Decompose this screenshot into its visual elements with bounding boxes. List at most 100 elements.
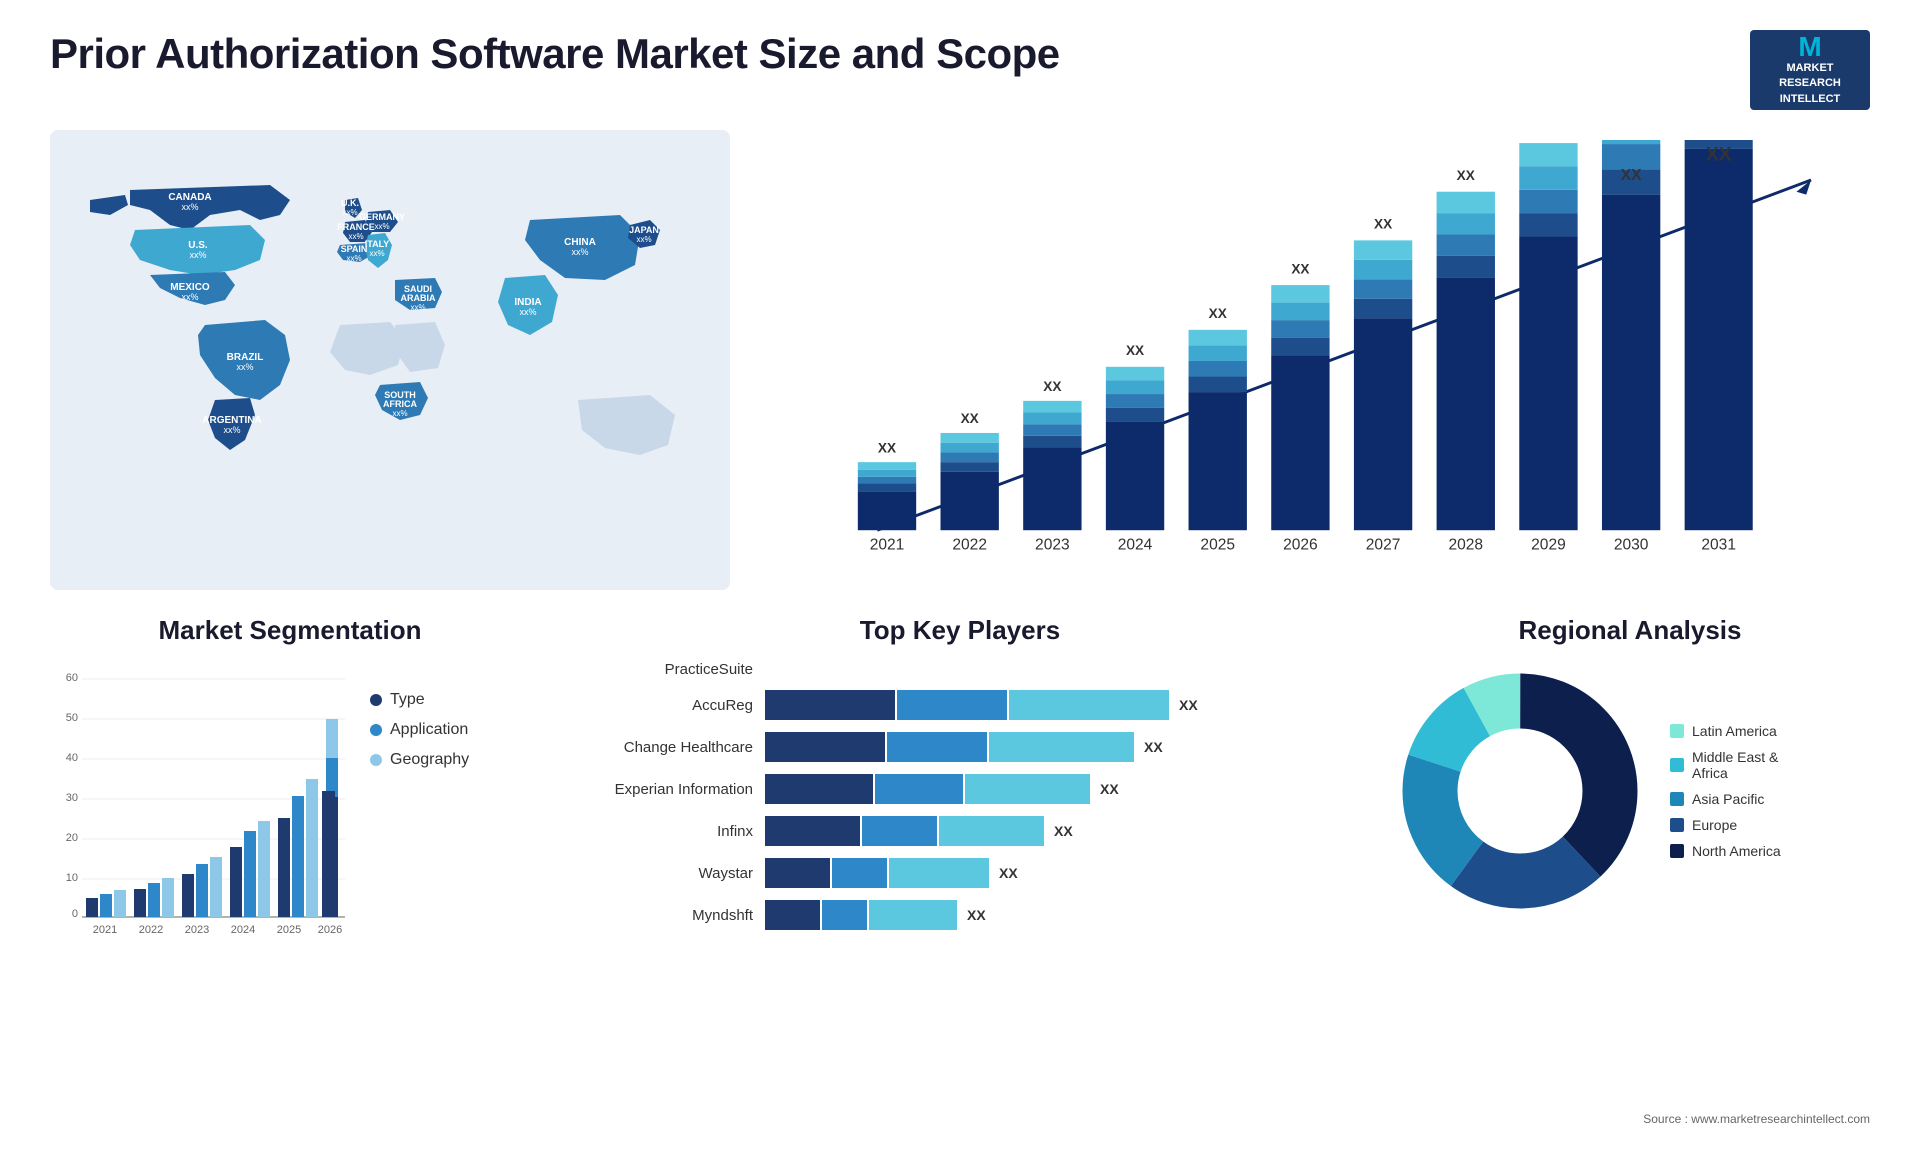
bar-segment-1	[765, 858, 830, 888]
player-name: Infinx	[580, 823, 765, 840]
world-map-section: CANADA xx% U.S. xx% MEXICO xx% BRAZIL xx…	[50, 130, 730, 590]
player-value: XX	[1100, 781, 1119, 797]
saudi-label2: ARABIA	[401, 293, 436, 303]
player-name: Myndshft	[580, 907, 765, 924]
svg-text:XX: XX	[1457, 168, 1475, 183]
svg-text:2025: 2025	[1200, 537, 1235, 554]
svg-text:20: 20	[66, 832, 78, 844]
svg-text:2022: 2022	[952, 537, 987, 554]
player-row-accureg: AccuReg XX	[580, 690, 1340, 720]
segmentation-section: Market Segmentation 60 50 40 30 20 10 0	[50, 615, 530, 1161]
svg-text:50: 50	[66, 712, 78, 724]
bar-segment-3	[889, 858, 989, 888]
svg-text:2024: 2024	[231, 924, 255, 936]
world-map-svg: CANADA xx% U.S. xx% MEXICO xx% BRAZIL xx…	[50, 130, 730, 590]
japan-value: xx%	[636, 235, 651, 244]
svg-text:2023: 2023	[1035, 537, 1070, 554]
svg-text:XX: XX	[1621, 167, 1642, 184]
legend-na-dot	[1670, 844, 1684, 858]
bar-segment-3	[1009, 690, 1169, 720]
player-row-waystar: Waystar XX	[580, 858, 1340, 888]
legend-mea-dot	[1670, 758, 1684, 772]
legend-asia: Asia Pacific	[1670, 791, 1781, 807]
player-bar-container: XX	[765, 816, 1073, 846]
bar-segment-2	[832, 858, 887, 888]
svg-text:2026: 2026	[318, 924, 342, 936]
svg-text:2022: 2022	[139, 924, 163, 936]
legend-northamerica: North America	[1670, 843, 1781, 859]
southafrica-label2: AFRICA	[383, 399, 417, 409]
svg-text:40: 40	[66, 752, 78, 764]
legend-application-label: Application	[390, 721, 468, 739]
bar-chart-section: XX XX XX XX	[760, 130, 1870, 590]
legend-type: Type	[370, 691, 469, 709]
bar-segment-3	[939, 816, 1044, 846]
uk-label: U.K.	[341, 198, 359, 208]
svg-text:XX: XX	[1126, 343, 1144, 358]
key-players-section: Top Key Players PracticeSuite AccuReg XX	[560, 615, 1360, 1161]
svg-text:2021: 2021	[870, 537, 905, 554]
segmentation-legend: Type Application Geography	[370, 691, 469, 769]
svg-text:30: 30	[66, 792, 78, 804]
legend-europe-label: Europe	[1692, 817, 1737, 833]
bar-segment-3	[965, 774, 1090, 804]
legend-asia-dot	[1670, 792, 1684, 806]
bar-segment-1	[765, 732, 885, 762]
legend-mea: Middle East &Africa	[1670, 749, 1781, 781]
svg-text:XX: XX	[1209, 306, 1227, 321]
germany-label: GERMANY	[359, 212, 405, 222]
italy-value: xx%	[369, 249, 384, 258]
logo-box: M MARKETRESEARCHINTELLECT	[1750, 30, 1870, 110]
player-name: Waystar	[580, 865, 765, 882]
bar-segment-1	[765, 816, 860, 846]
segmentation-chart: 60 50 40 30 20 10 0	[50, 661, 350, 941]
svg-text:2026: 2026	[1283, 537, 1318, 554]
svg-text:10: 10	[66, 872, 78, 884]
logo-container: M MARKETRESEARCHINTELLECT	[1750, 30, 1870, 110]
player-bar-container: XX	[765, 774, 1119, 804]
bar-segment-2	[875, 774, 963, 804]
players-list: PracticeSuite AccuReg XX Chan	[580, 661, 1340, 930]
svg-text:2024: 2024	[1118, 537, 1153, 554]
bar-segment-2	[822, 900, 867, 930]
donut-center	[1458, 729, 1582, 853]
france-label: FRANCE	[337, 222, 375, 232]
bar-segment-2	[897, 690, 1007, 720]
bar-segment-1	[765, 774, 873, 804]
player-value: XX	[1179, 697, 1198, 713]
player-value: XX	[999, 865, 1018, 881]
svg-text:2028: 2028	[1448, 537, 1483, 554]
svg-text:2025: 2025	[277, 924, 301, 936]
svg-text:XX: XX	[1291, 261, 1309, 276]
japan-label: JAPAN	[629, 225, 659, 235]
mexico-value: xx%	[181, 292, 198, 302]
bar-segment-3	[989, 732, 1134, 762]
svg-text:0: 0	[72, 908, 78, 920]
player-bar-container: XX	[765, 858, 1018, 888]
bar-segment-1	[765, 690, 895, 720]
page-title: Prior Authorization Software Market Size…	[50, 30, 1060, 78]
regional-title: Regional Analysis	[1390, 615, 1870, 646]
bar-chart-svg: XX XX XX XX	[780, 140, 1850, 580]
italy-label: ITALY	[365, 239, 390, 249]
germany-value: xx%	[374, 222, 389, 231]
player-row-myndshft: Myndshft XX	[580, 900, 1340, 930]
bar-segment-2	[862, 816, 937, 846]
uk-value: xx%	[342, 208, 357, 217]
player-bar-container: XX	[765, 690, 1198, 720]
svg-text:2031: 2031	[1701, 537, 1736, 554]
header: Prior Authorization Software Market Size…	[50, 30, 1870, 110]
india-value: xx%	[519, 307, 536, 317]
legend-geography-label: Geography	[390, 751, 469, 769]
legend-latin-dot	[1670, 724, 1684, 738]
canada-value: xx%	[181, 202, 198, 212]
svg-text:XX: XX	[961, 411, 979, 426]
key-players-title: Top Key Players	[580, 615, 1340, 646]
player-name: Experian Information	[580, 781, 765, 798]
player-value: XX	[967, 907, 986, 923]
us-value: xx%	[189, 250, 206, 260]
source-footer: Source : www.marketresearchintellect.com	[1643, 1110, 1870, 1128]
brazil-value: xx%	[236, 362, 253, 372]
player-name: PracticeSuite	[580, 661, 765, 678]
argentina-value: xx%	[223, 425, 240, 435]
